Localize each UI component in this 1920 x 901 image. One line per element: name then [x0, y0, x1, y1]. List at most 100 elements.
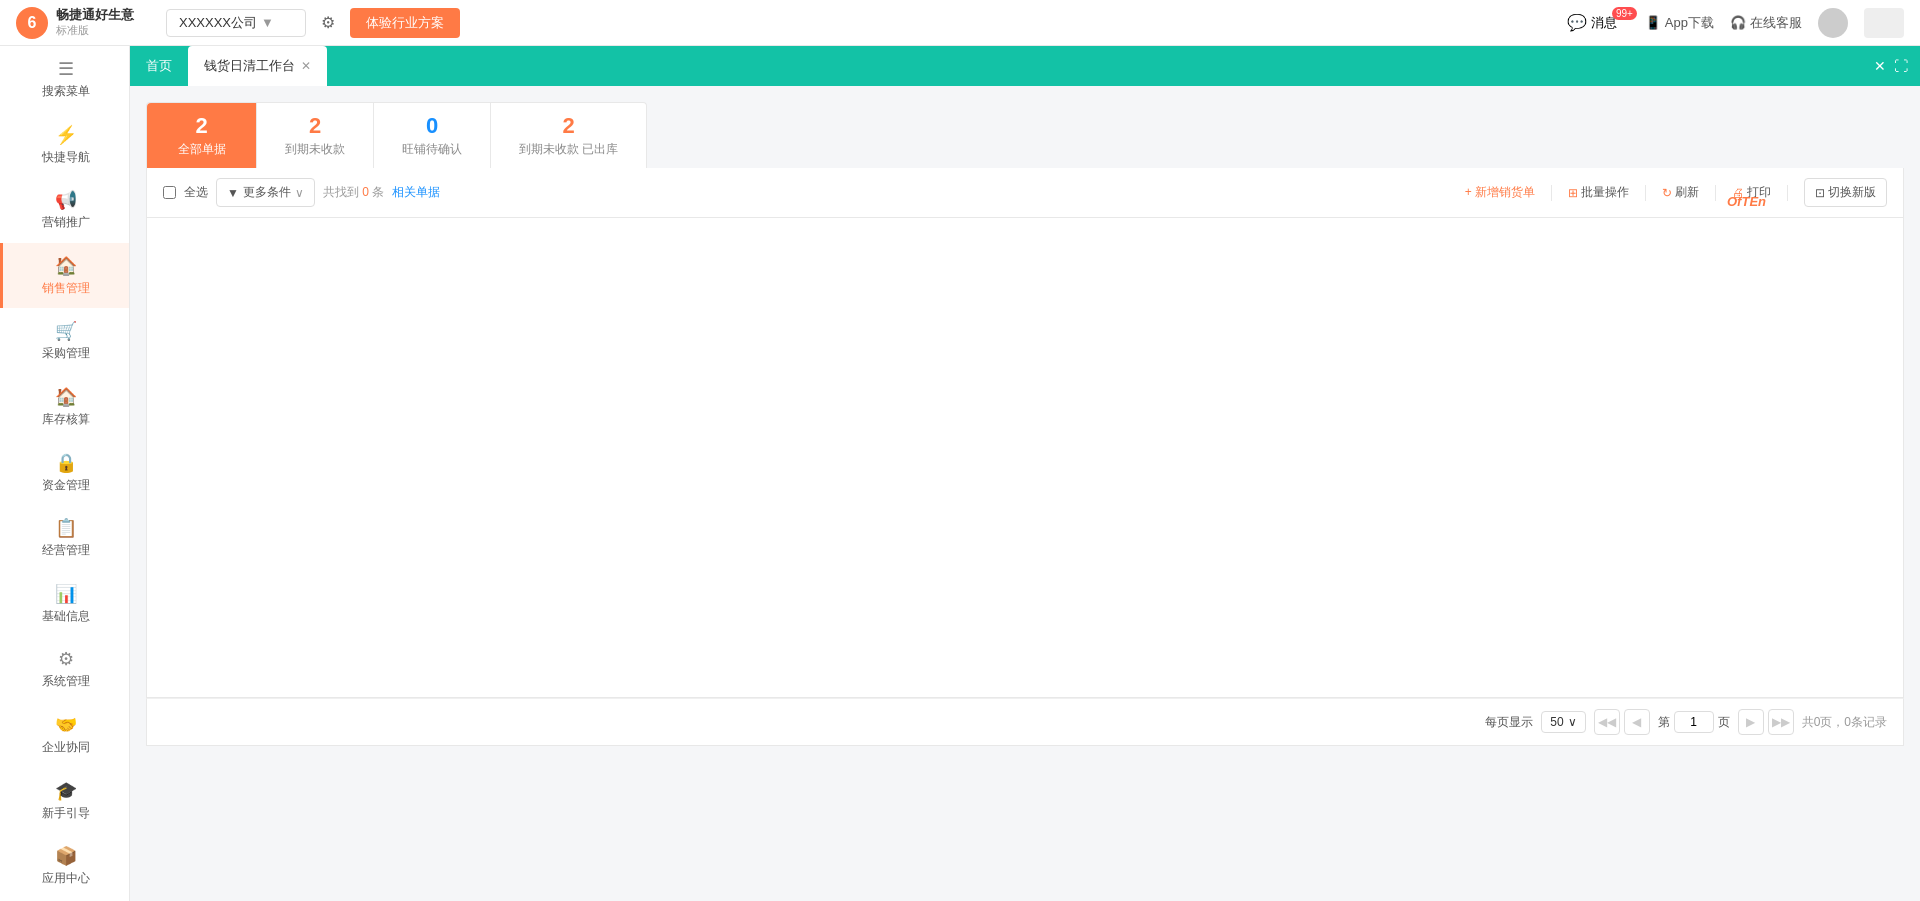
switch-new-version-button[interactable]: ⊡ 切换新版 — [1804, 178, 1887, 207]
tab-active-label: 钱货日清工作台 — [204, 57, 295, 75]
tab-maximize-icon[interactable]: ⛶ — [1894, 58, 1908, 74]
trial-button[interactable]: 体验行业方案 — [350, 8, 460, 38]
toolbar-divider2 — [1645, 185, 1646, 201]
sidebar-item-enterprise[interactable]: 🤝 企业协同 — [0, 702, 129, 768]
tab-qianhuoqingong[interactable]: 钱货日清工作台 ✕ — [188, 46, 327, 86]
purchase-icon: 🛒 — [55, 320, 77, 342]
sales-icon: 🏠 — [55, 255, 77, 277]
stats-tabs: 2 全部单据 2 到期未收款 0 旺铺待确认 2 到期未收款 已出库 — [146, 102, 647, 168]
sidebar-item-finance[interactable]: 🔒 资金管理 — [0, 440, 129, 506]
sidebar-item-label: 销售管理 — [42, 281, 90, 297]
sidebar-item-label: 系统管理 — [42, 674, 90, 690]
sidebar-item-label: 基础信息 — [42, 609, 90, 625]
batch-icon: ⊞ — [1568, 186, 1578, 200]
chevron-down-icon: ∨ — [1568, 715, 1577, 729]
batch-operation-button[interactable]: ⊞ 批量操作 — [1568, 184, 1629, 201]
logo-area: 6 畅捷通好生意 标准版 — [16, 7, 146, 39]
prev-page-button[interactable]: ◀ — [1624, 709, 1650, 735]
page-number-input[interactable] — [1674, 711, 1714, 733]
download-icon: 📱 — [1645, 15, 1661, 30]
sidebar-item-app-center[interactable]: 📦 应用中心 — [0, 833, 129, 899]
app-logo: 6 — [16, 7, 48, 39]
company-name: XXXXXX公司 — [179, 14, 257, 32]
main-content: 2 全部单据 2 到期未收款 0 旺铺待确认 2 到期未收款 已出库 全选 ▼ … — [130, 86, 1920, 901]
online-service-btn[interactable]: 🎧 在线客服 — [1730, 14, 1802, 32]
quick-nav-icon: ⚡ — [55, 124, 77, 146]
system-icon: ⚙ — [58, 648, 74, 670]
switch-label: 切换新版 — [1828, 184, 1876, 201]
page-suffix: 页 — [1718, 714, 1730, 731]
sidebar-item-inventory[interactable]: 🏠 库存核算 — [0, 374, 129, 440]
first-page-button[interactable]: ◀◀ — [1594, 709, 1620, 735]
table-area — [146, 218, 1904, 698]
operation-icon: 📋 — [55, 517, 77, 539]
sidebar-item-system[interactable]: ⚙ 系统管理 — [0, 636, 129, 702]
often-badge: OfTEn — [1727, 194, 1766, 209]
stat-tab-overdue[interactable]: 2 到期未收款 — [257, 103, 374, 168]
message-icon: 💬 — [1567, 13, 1587, 32]
sidebar-item-operation[interactable]: 📋 经营管理 — [0, 505, 129, 571]
stat-label-all: 全部单据 — [178, 141, 226, 158]
filter-icon: ▼ — [227, 186, 239, 200]
refresh-button[interactable]: ↻ 刷新 — [1662, 184, 1699, 201]
stat-label-overdue: 到期未收款 — [285, 141, 345, 158]
tab-bar-actions: ✕ ⛶ — [1874, 58, 1920, 74]
page-input-area: 第 页 — [1658, 711, 1730, 733]
tab-close-icon[interactable]: ✕ — [301, 59, 311, 73]
logo-text: 畅捷通好生意 标准版 — [56, 7, 134, 38]
page-size-value: 50 — [1550, 715, 1563, 729]
sidebar: ☰ 搜索菜单 ⚡ 快捷导航 📢 营销推广 🏠 销售管理 🛒 采购管理 🏠 库存核… — [0, 46, 130, 901]
user-name[interactable] — [1864, 8, 1904, 38]
app-subtitle: 标准版 — [56, 23, 134, 38]
tab-home-label: 首页 — [146, 57, 172, 75]
sidebar-item-marketing[interactable]: 📢 营销推广 — [0, 177, 129, 243]
next-page-button[interactable]: ▶ — [1738, 709, 1764, 735]
stat-tab-wangpu[interactable]: 0 旺铺待确认 — [374, 103, 491, 168]
marketing-icon: 📢 — [55, 189, 77, 211]
user-avatar[interactable] — [1818, 8, 1848, 38]
settings-icon[interactable]: ⚙ — [314, 9, 342, 37]
toolbar-divider4 — [1787, 185, 1788, 201]
sidebar-item-sales[interactable]: 🏠 销售管理 — [0, 243, 129, 309]
tab-minimize-icon[interactable]: ✕ — [1874, 58, 1886, 74]
stat-tab-all[interactable]: 2 全部单据 — [147, 103, 257, 168]
stat-num-shipped: 2 — [563, 113, 575, 139]
sidebar-item-label: 营销推广 — [42, 215, 90, 231]
found-text: 共找到 0 条 — [323, 184, 384, 201]
filter-button[interactable]: ▼ 更多条件 ∨ — [216, 178, 315, 207]
company-selector[interactable]: XXXXXX公司 ▼ — [166, 9, 306, 37]
sidebar-item-base-info[interactable]: 📊 基础信息 — [0, 571, 129, 637]
refresh-icon: ↻ — [1662, 186, 1672, 200]
chevron-down-icon: ▼ — [261, 15, 274, 30]
stat-tab-shipped[interactable]: 2 到期未收款 已出库 — [491, 103, 646, 168]
stat-num-all: 2 — [195, 113, 207, 139]
app-center-icon: 📦 — [55, 845, 77, 867]
sidebar-item-label: 快捷导航 — [42, 150, 90, 166]
page-label: 第 — [1658, 714, 1670, 731]
page-navigation: ◀◀ ◀ — [1594, 709, 1650, 735]
found-num: 0 — [362, 185, 369, 199]
sidebar-item-search-menu[interactable]: ☰ 搜索菜单 — [0, 46, 129, 112]
add-sales-order-button[interactable]: + 新增销货单 — [1465, 184, 1535, 201]
enterprise-icon: 🤝 — [55, 714, 77, 736]
last-page-button[interactable]: ▶▶ — [1768, 709, 1794, 735]
sidebar-item-purchase[interactable]: 🛒 采购管理 — [0, 308, 129, 374]
sidebar-item-label: 新手引导 — [42, 806, 90, 822]
top-header: 6 畅捷通好生意 标准版 XXXXXX公司 ▼ ⚙ 体验行业方案 💬 消息 99… — [0, 0, 1920, 46]
page-size-selector[interactable]: 50 ∨ — [1541, 711, 1585, 733]
search-menu-icon: ☰ — [58, 58, 74, 80]
app-download-label: App下载 — [1665, 14, 1714, 32]
batch-label: 批量操作 — [1581, 184, 1629, 201]
tab-home[interactable]: 首页 — [130, 46, 188, 86]
sidebar-item-label: 应用中心 — [42, 871, 90, 887]
sidebar-item-label: 库存核算 — [42, 412, 90, 428]
related-link[interactable]: 相关单据 — [392, 184, 440, 201]
sidebar-item-guide[interactable]: 🎓 新手引导 — [0, 768, 129, 834]
inventory-icon: 🏠 — [55, 386, 77, 408]
message-area[interactable]: 💬 消息 99+ — [1555, 13, 1629, 32]
pagination: 每页显示 50 ∨ ◀◀ ◀ 第 页 ▶ ▶▶ 共0页，0条记录 — [146, 698, 1904, 746]
sidebar-item-quick-nav[interactable]: ⚡ 快捷导航 — [0, 112, 129, 178]
select-all-checkbox[interactable] — [163, 186, 176, 199]
app-download-btn[interactable]: 📱 App下载 — [1645, 14, 1714, 32]
service-icon: 🎧 — [1730, 15, 1746, 30]
